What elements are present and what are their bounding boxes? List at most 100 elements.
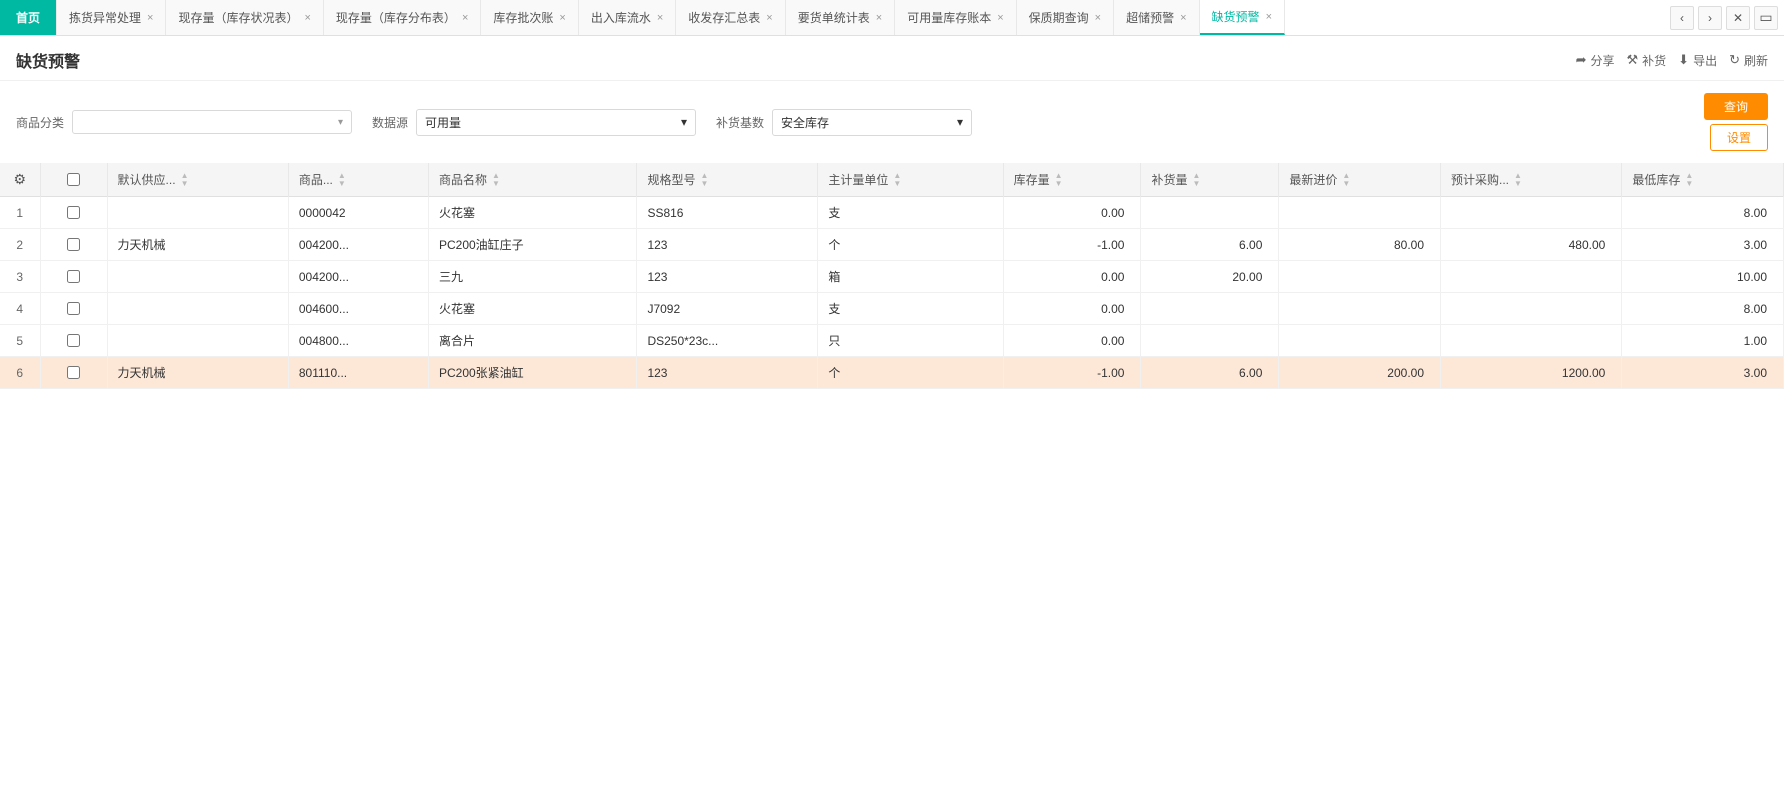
tab-close-in-out-flow[interactable]: × xyxy=(657,12,663,24)
replenish-basis-dropdown-icon: ▾ xyxy=(957,115,963,129)
tab-label: 拣货异常处理 xyxy=(69,9,141,26)
gear-icon[interactable]: ⚙ xyxy=(13,171,26,188)
tab-defect-process[interactable]: 拣货异常处理 × xyxy=(57,0,166,35)
row-check-1[interactable] xyxy=(67,206,80,219)
row-checkbox-1[interactable] xyxy=(40,197,107,229)
query-button[interactable]: 查询 xyxy=(1704,93,1768,120)
tab-shortage[interactable]: 缺货预警× xyxy=(1200,0,1285,35)
header-actions: ➦ 分享 ⚒ 补货 ⬇ 导出 ↻ 刷新 xyxy=(1576,52,1768,69)
col-sort-code[interactable]: 商品... ▲▼ xyxy=(299,171,346,188)
col-sort-est[interactable]: 预计采购... ▲▼ xyxy=(1451,171,1522,188)
replenish-basis-select[interactable]: 安全库存 ▾ xyxy=(772,109,972,136)
col-sort-unit[interactable]: 主计量单位 ▲▼ xyxy=(828,171,901,188)
replenish-button[interactable]: ⚒ 补货 xyxy=(1626,52,1666,69)
row-name-2: PC200油缸庄子 xyxy=(428,229,636,261)
tab-close-batch-account[interactable]: × xyxy=(559,12,565,24)
row-replenish-2: 6.00 xyxy=(1141,229,1279,261)
col-price-label: 最新进价 xyxy=(1289,171,1337,188)
row-check-3[interactable] xyxy=(67,270,80,283)
col-spec: 规格型号 ▲▼ xyxy=(637,163,818,197)
tab-maximize-btn[interactable]: ▭ xyxy=(1754,6,1778,30)
col-sort-replenish[interactable]: 补货量 ▲▼ xyxy=(1151,171,1200,188)
col-min-label: 最低库存 xyxy=(1632,171,1680,188)
col-gear: ⚙ xyxy=(0,163,40,197)
tab-req-stat[interactable]: 要货单统计表× xyxy=(786,0,895,35)
tab-close-avail-ledger[interactable]: × xyxy=(997,12,1003,24)
category-select-text xyxy=(81,115,334,129)
page-header: 缺货预警 ➦ 分享 ⚒ 补货 ⬇ 导出 ↻ 刷新 xyxy=(0,36,1784,81)
row-stock-3: 0.00 xyxy=(1003,261,1141,293)
row-stock-5: 0.00 xyxy=(1003,325,1141,357)
row-num-3: 3 xyxy=(0,261,40,293)
col-sort-price[interactable]: 最新进价 ▲▼ xyxy=(1289,171,1350,188)
row-checkbox-5[interactable] xyxy=(40,325,107,357)
row-price-4 xyxy=(1279,293,1441,325)
row-price-5 xyxy=(1279,325,1441,357)
tab-next-btn[interactable]: › xyxy=(1698,6,1722,30)
tab-batch-account[interactable]: 库存批次账× xyxy=(481,0,578,35)
tab-in-out-flow[interactable]: 出入库流水× xyxy=(579,0,676,35)
tab-close-overstock[interactable]: × xyxy=(1180,12,1186,24)
settings-button[interactable]: 设置 xyxy=(1710,124,1768,151)
tab-recv-summary[interactable]: 收发存汇总表× xyxy=(676,0,785,35)
row-num-1: 1 xyxy=(0,197,40,229)
name-sort-arrows: ▲▼ xyxy=(492,172,500,188)
col-unit-label: 主计量单位 xyxy=(828,171,888,188)
tab-close-inventory-dist[interactable]: × xyxy=(462,12,468,24)
row-supplier-1 xyxy=(107,197,288,229)
tab-close-shortage[interactable]: × xyxy=(1266,11,1272,23)
col-sort-min[interactable]: 最低库存 ▲▼ xyxy=(1632,171,1693,188)
export-button[interactable]: ⬇ 导出 xyxy=(1678,52,1717,69)
row-spec-6: 123 xyxy=(637,357,818,389)
tab-prev-btn[interactable]: ‹ xyxy=(1670,6,1694,30)
tab-close-all-btn[interactable]: ✕ xyxy=(1726,6,1750,30)
tab-label: 超储预警 xyxy=(1126,9,1174,26)
table-row: 6 力天机械 801110... PC200张紧油缸 123 个 -1.00 6… xyxy=(0,357,1784,389)
tab-expiry-query[interactable]: 保质期查询× xyxy=(1017,0,1114,35)
share-button[interactable]: ➦ 分享 xyxy=(1576,52,1615,69)
row-name-4: 火花塞 xyxy=(428,293,636,325)
data-table: ⚙ 默认供应... ▲▼ xyxy=(0,163,1784,389)
row-checkbox-4[interactable] xyxy=(40,293,107,325)
row-min-6: 3.00 xyxy=(1622,357,1784,389)
row-checkbox-2[interactable] xyxy=(40,229,107,261)
col-sort-spec[interactable]: 规格型号 ▲▼ xyxy=(647,171,708,188)
table-row: 3 004200... 三九 123 箱 0.00 20.00 10.00 xyxy=(0,261,1784,293)
row-name-3: 三九 xyxy=(428,261,636,293)
row-est-1 xyxy=(1441,197,1622,229)
row-num-6: 6 xyxy=(0,357,40,389)
tab-close-req-stat[interactable]: × xyxy=(876,12,882,24)
col-code-label: 商品... xyxy=(299,171,333,188)
row-replenish-5 xyxy=(1141,325,1279,357)
col-sort-supplier[interactable]: 默认供应... ▲▼ xyxy=(118,171,189,188)
row-checkbox-6[interactable] xyxy=(40,357,107,389)
tab-avail-ledger[interactable]: 可用量库存账本× xyxy=(895,0,1016,35)
tab-overstock[interactable]: 超储预警 × xyxy=(1114,0,1199,35)
price-sort-arrows: ▲▼ xyxy=(1342,172,1350,188)
tab-close-recv-summary[interactable]: × xyxy=(766,12,772,24)
tab-close-expiry-query[interactable]: × xyxy=(1095,12,1101,24)
col-est-purchase: 预计采购... ▲▼ xyxy=(1441,163,1622,197)
export-icon: ⬇ xyxy=(1678,52,1689,68)
row-supplier-2: 力天机械 xyxy=(107,229,288,261)
tab-inventory-dist[interactable]: 现存量（库存分布表）× xyxy=(324,0,481,35)
row-check-4[interactable] xyxy=(67,302,80,315)
tab-close-inventory-status[interactable]: × xyxy=(304,12,310,24)
replenish-basis-value: 安全库存 xyxy=(781,114,829,131)
select-all-checkbox[interactable] xyxy=(67,173,80,186)
datasource-select[interactable]: 可用量 ▾ xyxy=(416,109,696,136)
row-check-5[interactable] xyxy=(67,334,80,347)
tab-home[interactable]: 首页 xyxy=(0,0,57,35)
row-check-2[interactable] xyxy=(67,238,80,251)
col-sort-stock[interactable]: 库存量 ▲▼ xyxy=(1014,171,1063,188)
table-body: 1 0000042 火花塞 SS816 支 0.00 8.00 2 力天机械 0… xyxy=(0,197,1784,389)
category-select[interactable]: ▾ xyxy=(72,110,352,134)
tab-inventory-status[interactable]: 现存量（库存状况表）× xyxy=(166,0,323,35)
page-title: 缺货预警 xyxy=(16,48,80,72)
row-check-6[interactable] xyxy=(67,366,80,379)
row-est-3 xyxy=(1441,261,1622,293)
refresh-button[interactable]: ↻ 刷新 xyxy=(1729,52,1768,69)
col-sort-name[interactable]: 商品名称 ▲▼ xyxy=(439,171,500,188)
row-checkbox-3[interactable] xyxy=(40,261,107,293)
tab-close-defect-process[interactable]: × xyxy=(147,12,153,24)
